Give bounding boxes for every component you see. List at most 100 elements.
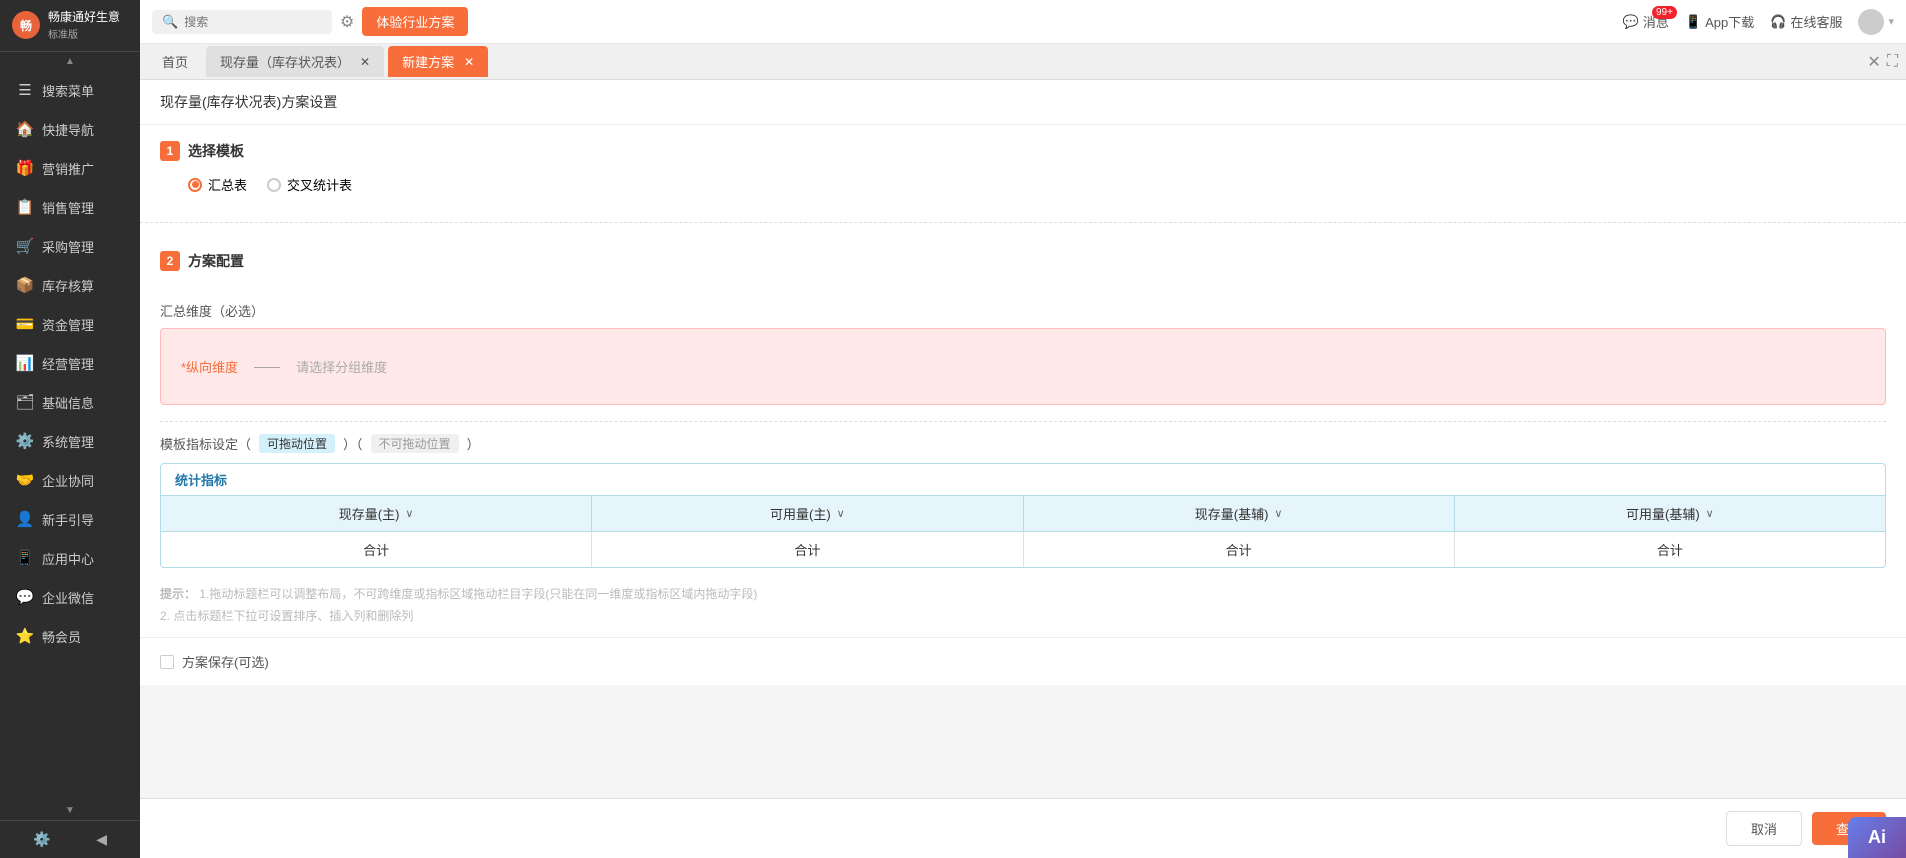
stat-col-3-label: 可用量(基辅) — [1626, 504, 1700, 523]
app-download-btn[interactable]: 📱 App下载 — [1685, 12, 1754, 31]
app-version: 标准版 — [48, 26, 120, 41]
tab-home[interactable]: 首页 — [148, 46, 202, 77]
sidebar-item-label: 快捷导航 — [42, 120, 94, 139]
online-service-btn[interactable]: 🎧 在线客服 — [1770, 12, 1842, 31]
dim-dash: —— — [254, 359, 280, 374]
sidebar-settings-btn[interactable]: ⚙️ — [33, 831, 50, 848]
step2-num: 2 — [160, 251, 180, 271]
stat-col-2[interactable]: 现存量(基辅) ∨ — [1024, 496, 1455, 531]
step1-num: 1 — [160, 141, 180, 161]
tag-mid-text: ）（ — [343, 434, 363, 453]
tab-new-scheme[interactable]: 新建方案 ✕ — [388, 46, 488, 77]
step1-section: 1 选择模板 汇总表 交叉统计表 — [140, 125, 1906, 210]
wechat-icon: 💬 — [16, 588, 34, 606]
sidebar-scroll-up[interactable]: ▲ — [0, 52, 140, 71]
tab-new-scheme-label: 新建方案 — [402, 52, 454, 71]
marketing-icon: 🎁 — [16, 159, 34, 177]
cancel-button[interactable]: 取消 — [1726, 811, 1802, 846]
purchase-icon: 🛒 — [16, 237, 34, 255]
industry-btn[interactable]: 体验行业方案 — [362, 7, 468, 36]
sidebar: 畅 畅康通好生意 标准版 ▲ ☰ 搜索菜单 🏠 快捷导航 🎁 营销推广 📋 销售… — [0, 0, 140, 858]
col-3-arrow-icon: ∨ — [1706, 507, 1714, 520]
sidebar-nav: ☰ 搜索菜单 🏠 快捷导航 🎁 营销推广 📋 销售管理 🛒 采购管理 📦 库存核… — [0, 71, 140, 801]
sidebar-item-sales[interactable]: 📋 销售管理 — [0, 188, 140, 227]
sidebar-item-base-info[interactable]: 🗂 基础信息 — [0, 383, 140, 422]
newbie-icon: 👤 — [16, 510, 34, 528]
sidebar-item-management[interactable]: 📊 经营管理 — [0, 344, 140, 383]
sidebar-item-label: 企业微信 — [42, 588, 94, 607]
notif-btn[interactable]: 💬 消息 99+ — [1623, 12, 1669, 31]
sidebar-item-wechat[interactable]: 💬 企业微信 — [0, 578, 140, 617]
stat-cell-0: 合计 — [161, 532, 592, 567]
management-icon: 📊 — [16, 354, 34, 372]
stat-col-1-label: 可用量(主) — [770, 504, 831, 523]
sidebar-item-search-menu[interactable]: ☰ 搜索菜单 — [0, 71, 140, 110]
radio-summary[interactable]: 汇总表 — [188, 175, 247, 194]
sidebar-item-vip[interactable]: ⭐ 畅会员 — [0, 617, 140, 656]
dim-required: *纵向维度 — [181, 357, 238, 376]
tag-draggable: 可拖动位置 — [259, 434, 335, 453]
avatar — [1858, 9, 1884, 35]
sidebar-item-label: 系统管理 — [42, 432, 94, 451]
tab-bar-right: ✕ ⛶ — [1867, 52, 1898, 72]
step1-title: 1 选择模板 — [160, 141, 1886, 161]
gear-icon[interactable]: ⚙ — [340, 12, 354, 32]
sidebar-item-enterprise[interactable]: 🤝 企业协同 — [0, 461, 140, 500]
save-option: 方案保存(可选) — [140, 637, 1906, 685]
indicator-label-text: 模板指标设定（ — [160, 434, 251, 453]
radio-cross[interactable]: 交叉统计表 — [267, 175, 352, 194]
step2-section: 2 方案配置 — [140, 235, 1906, 301]
sidebar-item-quick-nav[interactable]: 🏠 快捷导航 — [0, 110, 140, 149]
sidebar-item-purchase[interactable]: 🛒 采购管理 — [0, 227, 140, 266]
tab-inventory-status[interactable]: 现存量（库存状况表） ✕ — [206, 46, 384, 77]
sidebar-collapse-btn[interactable]: ◀ — [96, 831, 107, 848]
sidebar-bottom: ⚙️ ◀ — [0, 820, 140, 858]
tab-inventory-close-icon[interactable]: ✕ — [360, 55, 370, 69]
dim-box[interactable]: *纵向维度 —— 请选择分组维度 — [160, 328, 1886, 405]
sidebar-item-label: 经营管理 — [42, 354, 94, 373]
indicator-label: 模板指标设定（ 可拖动位置 ）（ 不可拖动位置 ） — [160, 434, 1886, 453]
user-avatar[interactable]: ▾ — [1858, 9, 1894, 35]
expand-icon[interactable]: ⛶ — [1887, 53, 1898, 71]
stat-col-1[interactable]: 可用量(主) ∨ — [592, 496, 1023, 531]
dim-placeholder: 请选择分组维度 — [296, 357, 387, 376]
sidebar-item-label: 新手引导 — [42, 510, 94, 529]
topbar-search-box[interactable]: 🔍 — [152, 10, 332, 34]
stat-table: 统计指标 现存量(主) ∨ 可用量(主) ∨ 现存量(基辅) ∨ — [160, 463, 1886, 568]
close-window-icon[interactable]: ✕ — [1867, 52, 1880, 72]
search-input[interactable] — [184, 15, 314, 29]
enterprise-icon: 🤝 — [16, 471, 34, 489]
sidebar-scroll-down[interactable]: ▼ — [0, 801, 140, 820]
sidebar-item-app-center[interactable]: 📱 应用中心 — [0, 539, 140, 578]
system-icon: ⚙️ — [16, 432, 34, 450]
radio-summary-label: 汇总表 — [208, 175, 247, 194]
ai-float-button[interactable]: Ai — [1848, 817, 1906, 858]
sidebar-item-newbie[interactable]: 👤 新手引导 — [0, 500, 140, 539]
topbar: 🔍 ⚙ 体验行业方案 💬 消息 99+ 📱 App下载 🎧 在线客服 ▾ — [140, 0, 1906, 44]
tag-undraggable: 不可拖动位置 — [371, 434, 459, 453]
base-info-icon: 🗂 — [16, 393, 34, 411]
tips-line-0-text: 1.拖动标题栏可以调整布局，不可跨维度或指标区域拖动栏目字段(只能在同一维度或指… — [199, 587, 757, 601]
inventory-icon: 📦 — [16, 276, 34, 294]
tab-new-scheme-close-icon[interactable]: ✕ — [464, 55, 474, 69]
sidebar-item-label: 资金管理 — [42, 315, 94, 334]
template-options: 汇总表 交叉统计表 — [188, 175, 1886, 194]
save-checkbox[interactable] — [160, 655, 174, 669]
sidebar-item-label: 采购管理 — [42, 237, 94, 256]
tips-section: 提示： 1.拖动标题栏可以调整布局，不可跨维度或指标区域拖动栏目字段(只能在同一… — [140, 584, 1906, 637]
radio-cross-label: 交叉统计表 — [287, 175, 352, 194]
stat-cell-1: 合计 — [592, 532, 1023, 567]
sidebar-item-marketing[interactable]: 🎁 营销推广 — [0, 149, 140, 188]
sidebar-item-label: 搜索菜单 — [42, 81, 94, 100]
tips-title: 提示： — [160, 587, 196, 601]
stat-col-0[interactable]: 现存量(主) ∨ — [161, 496, 592, 531]
stat-col-3[interactable]: 可用量(基辅) ∨ — [1455, 496, 1885, 531]
app-label: App下载 — [1705, 12, 1754, 31]
main-panel: 现存量(库存状况表)方案设置 1 选择模板 汇总表 交叉统计表 — [140, 80, 1906, 685]
sidebar-item-inventory[interactable]: 📦 库存核算 — [0, 266, 140, 305]
sidebar-item-finance[interactable]: 💳 资金管理 — [0, 305, 140, 344]
app-logo-icon: 畅 — [12, 11, 40, 39]
indicator-section: 模板指标设定（ 可拖动位置 ）（ 不可拖动位置 ） 统计指标 现存量(主) ∨ — [140, 434, 1906, 584]
sidebar-item-system[interactable]: ⚙️ 系统管理 — [0, 422, 140, 461]
sidebar-item-label: 销售管理 — [42, 198, 94, 217]
